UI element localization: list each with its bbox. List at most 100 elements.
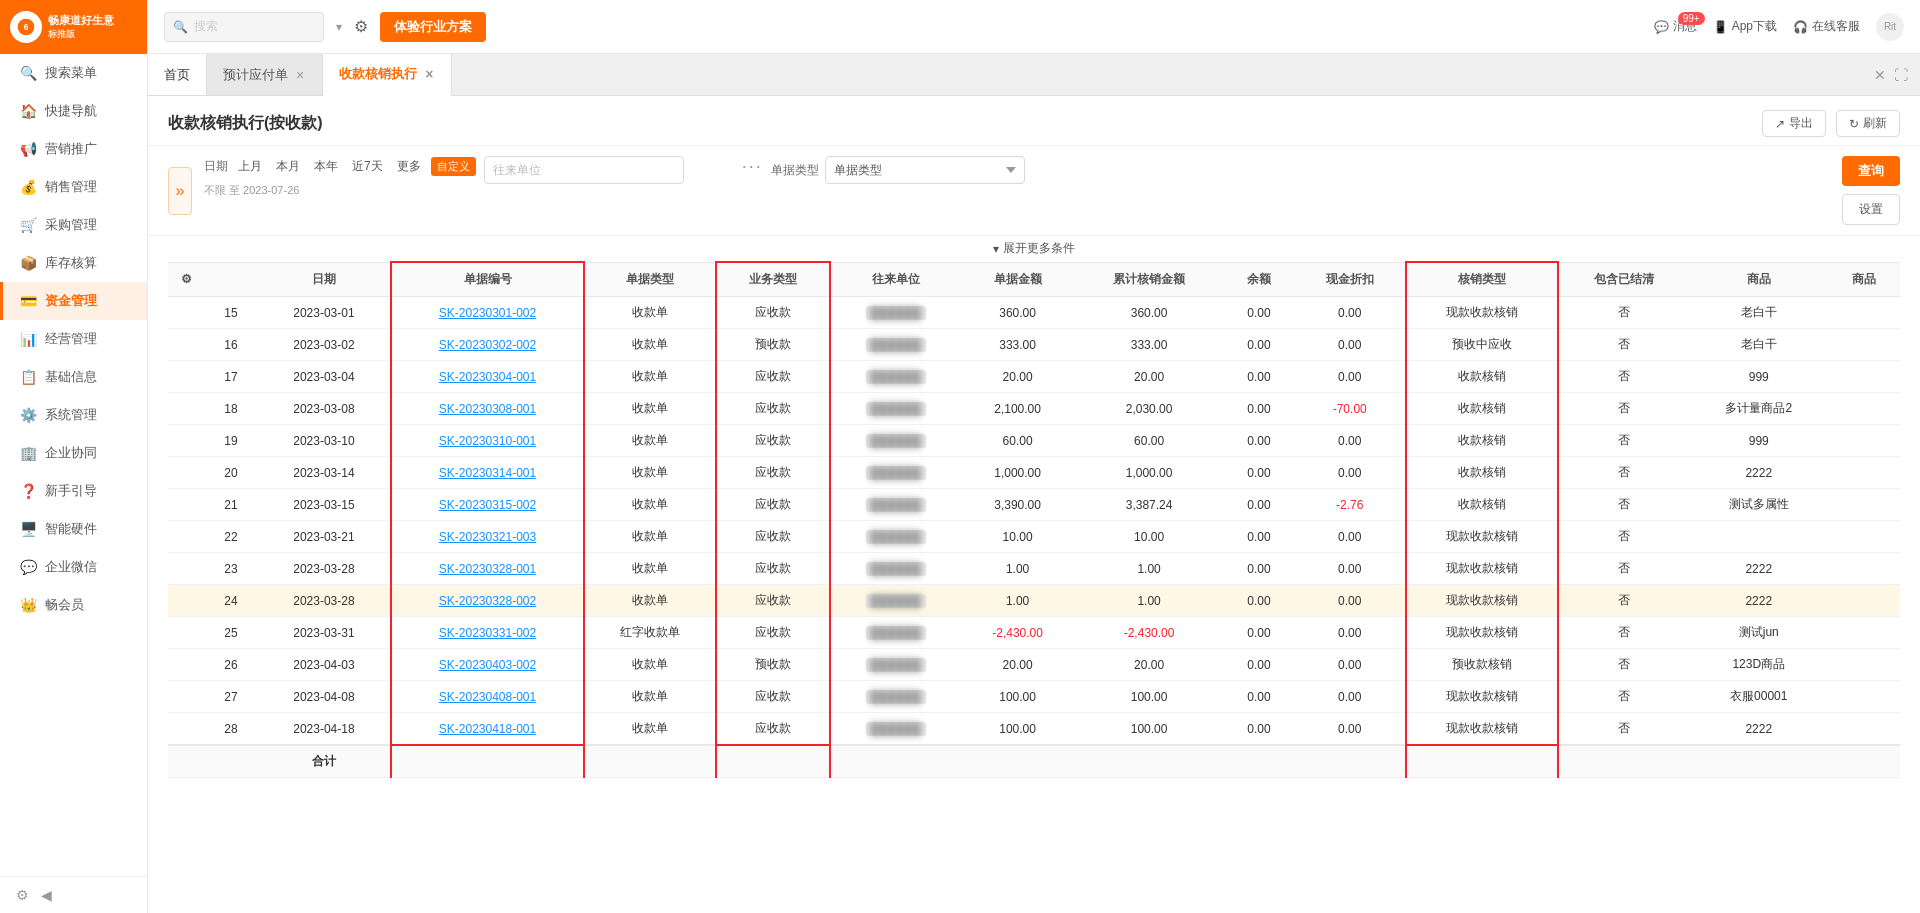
col-product1[interactable]: 商品 — [1689, 262, 1829, 297]
cell-balance: 0.00 — [1223, 457, 1294, 489]
type-select[interactable]: 单据类型 — [825, 156, 1025, 184]
sidebar-item-guide[interactable]: ❓新手引导 — [0, 472, 147, 510]
refresh-button[interactable]: ↻ 刷新 — [1836, 110, 1900, 137]
cell-docno[interactable]: SK-20230328-002 — [391, 585, 584, 617]
cell-docno[interactable]: SK-20230315-002 — [391, 489, 584, 521]
sidebar-item-system[interactable]: ⚙️系统管理 — [0, 396, 147, 434]
settings-bottom-icon[interactable]: ⚙ — [16, 887, 29, 903]
col-docno[interactable]: 单据编号 — [391, 262, 584, 297]
cell-docno[interactable]: SK-20230304-001 — [391, 361, 584, 393]
tab-collection[interactable]: 收款核销执行 × — [323, 54, 452, 96]
tabs-expand-icon[interactable]: ⛶ — [1894, 67, 1908, 83]
doc-link[interactable]: SK-20230301-002 — [439, 306, 536, 320]
col-settings[interactable]: ⚙ — [168, 262, 204, 297]
expand-more-button[interactable]: ▾ 展开更多条件 — [993, 240, 1075, 257]
cell-docno[interactable]: SK-20230301-002 — [391, 297, 584, 329]
cell-docno[interactable]: SK-20230328-001 — [391, 553, 584, 585]
col-writeofftype[interactable]: 核销类型 — [1406, 262, 1558, 297]
messages-button[interactable]: 💬 消息 99+ — [1654, 18, 1697, 35]
cell-docno[interactable]: SK-20230321-003 — [391, 521, 584, 553]
tab-prepay[interactable]: 预计应付单 × — [207, 54, 323, 95]
custom-date-button[interactable]: 自定义 — [431, 157, 476, 176]
sidebar-item-search[interactable]: 🔍搜索菜单 — [0, 54, 147, 92]
cell-docno[interactable]: SK-20230302-002 — [391, 329, 584, 361]
cell-docno[interactable]: SK-20230403-002 — [391, 649, 584, 681]
sidebar-item-marketing[interactable]: 📢营销推广 — [0, 130, 147, 168]
topbar-gear-icon[interactable]: ⚙ — [354, 17, 368, 36]
collapse-icon[interactable]: ◀ — [41, 887, 52, 903]
doc-link[interactable]: SK-20230418-001 — [439, 722, 536, 736]
sidebar-item-wechat[interactable]: 💬企业微信 — [0, 548, 147, 586]
col-doctype[interactable]: 单据类型 — [584, 262, 717, 297]
col-date[interactable]: 日期 — [258, 262, 391, 297]
col-biztype[interactable]: 业务类型 — [716, 262, 829, 297]
doc-link[interactable]: SK-20230408-001 — [439, 690, 536, 704]
avatar[interactable]: Rit — [1876, 13, 1904, 41]
doc-link[interactable]: SK-20230302-002 — [439, 338, 536, 352]
sidebar-item-quick-nav[interactable]: 🏠快捷导航 — [0, 92, 147, 130]
sidebar-item-base[interactable]: 📋基础信息 — [0, 358, 147, 396]
doc-link[interactable]: SK-20230403-002 — [439, 658, 536, 672]
cell-docno[interactable]: SK-20230408-001 — [391, 681, 584, 713]
date-this-year[interactable]: 本年 — [310, 156, 342, 177]
col-product2[interactable]: 商品 — [1829, 262, 1900, 297]
topbar-chevron-icon[interactable]: ▾ — [336, 20, 342, 34]
logo-sub: 标推版 — [48, 28, 114, 41]
partner-input[interactable]: 往来单位 — [484, 156, 684, 184]
date-prev-month[interactable]: 上月 — [234, 156, 266, 177]
cell-writeofftype: 收款核销 — [1406, 489, 1558, 521]
sidebar-item-hardware[interactable]: 🖥️智能硬件 — [0, 510, 147, 548]
sidebar-item-finance[interactable]: 💳资金管理 — [0, 282, 147, 320]
sidebar-item-sales[interactable]: 💰销售管理 — [0, 168, 147, 206]
cell-cumwriteoff: 360.00 — [1075, 297, 1224, 329]
sidebar-item-corp[interactable]: 🏢企业协同 — [0, 434, 147, 472]
col-balance[interactable]: 余额 — [1223, 262, 1294, 297]
col-amount[interactable]: 单据金额 — [960, 262, 1074, 297]
col-inclsettled[interactable]: 包含已结清 — [1558, 262, 1689, 297]
app-download-button[interactable]: 📱 App下载 — [1713, 18, 1777, 35]
export-button[interactable]: ↗ 导出 — [1762, 110, 1826, 137]
cell-docno[interactable]: SK-20230308-001 — [391, 393, 584, 425]
doc-link[interactable]: SK-20230331-002 — [439, 626, 536, 640]
sidebar-item-member[interactable]: 👑畅会员 — [0, 586, 147, 624]
cell-writeofftype: 预收款核销 — [1406, 649, 1558, 681]
sidebar-item-inventory[interactable]: 📦库存核算 — [0, 244, 147, 282]
cell-docno[interactable]: SK-20230418-001 — [391, 713, 584, 746]
solution-button[interactable]: 体验行业方案 — [380, 12, 486, 42]
date-7days[interactable]: 近7天 — [348, 156, 387, 177]
cell-settings — [168, 521, 204, 553]
cell-balance: 0.00 — [1223, 681, 1294, 713]
topbar-search-box[interactable]: 🔍 搜索 — [164, 12, 324, 42]
cell-docno[interactable]: SK-20230310-001 — [391, 425, 584, 457]
sidebar-label-quick-nav: 快捷导航 — [45, 102, 97, 120]
col-cumwriteoff[interactable]: 累计核销金额 — [1075, 262, 1224, 297]
table-footer: 合计 — [168, 745, 1900, 778]
date-more[interactable]: 更多 — [393, 156, 425, 177]
doc-link[interactable]: SK-20230314-001 — [439, 466, 536, 480]
doc-link[interactable]: SK-20230321-003 — [439, 530, 536, 544]
query-button[interactable]: 查询 — [1842, 156, 1900, 186]
filter-expand-button[interactable]: » — [168, 167, 192, 215]
tab-collection-close[interactable]: × — [423, 64, 435, 84]
cell-docno[interactable]: SK-20230314-001 — [391, 457, 584, 489]
col-cashdiscount[interactable]: 现金折扣 — [1294, 262, 1405, 297]
doc-link[interactable]: SK-20230304-001 — [439, 370, 536, 384]
doc-link[interactable]: SK-20230328-002 — [439, 594, 536, 608]
filter-setting-button[interactable]: 设置 — [1842, 194, 1900, 225]
cell-docno[interactable]: SK-20230331-002 — [391, 617, 584, 649]
cell-cumwriteoff: 1,000.00 — [1075, 457, 1224, 489]
tab-prepay-close[interactable]: × — [294, 65, 306, 85]
doc-link[interactable]: SK-20230315-002 — [439, 498, 536, 512]
tabs-close-icon[interactable]: ✕ — [1874, 67, 1886, 83]
main-table: ⚙ 日期 单据编号 单据类型 业务类型 往来单位 单据金额 累计核销金额 余额 … — [168, 261, 1900, 778]
date-this-month[interactable]: 本月 — [272, 156, 304, 177]
support-button[interactable]: 🎧 在线客服 — [1793, 18, 1860, 35]
sidebar-item-purchase[interactable]: 🛒采购管理 — [0, 206, 147, 244]
sidebar-item-ops[interactable]: 📊经营管理 — [0, 320, 147, 358]
doc-link[interactable]: SK-20230308-001 — [439, 402, 536, 416]
cell-cumwriteoff: 3,387.24 — [1075, 489, 1224, 521]
col-partner[interactable]: 往来单位 — [830, 262, 961, 297]
doc-link[interactable]: SK-20230310-001 — [439, 434, 536, 448]
tab-home[interactable]: 首页 — [148, 54, 207, 95]
doc-link[interactable]: SK-20230328-001 — [439, 562, 536, 576]
